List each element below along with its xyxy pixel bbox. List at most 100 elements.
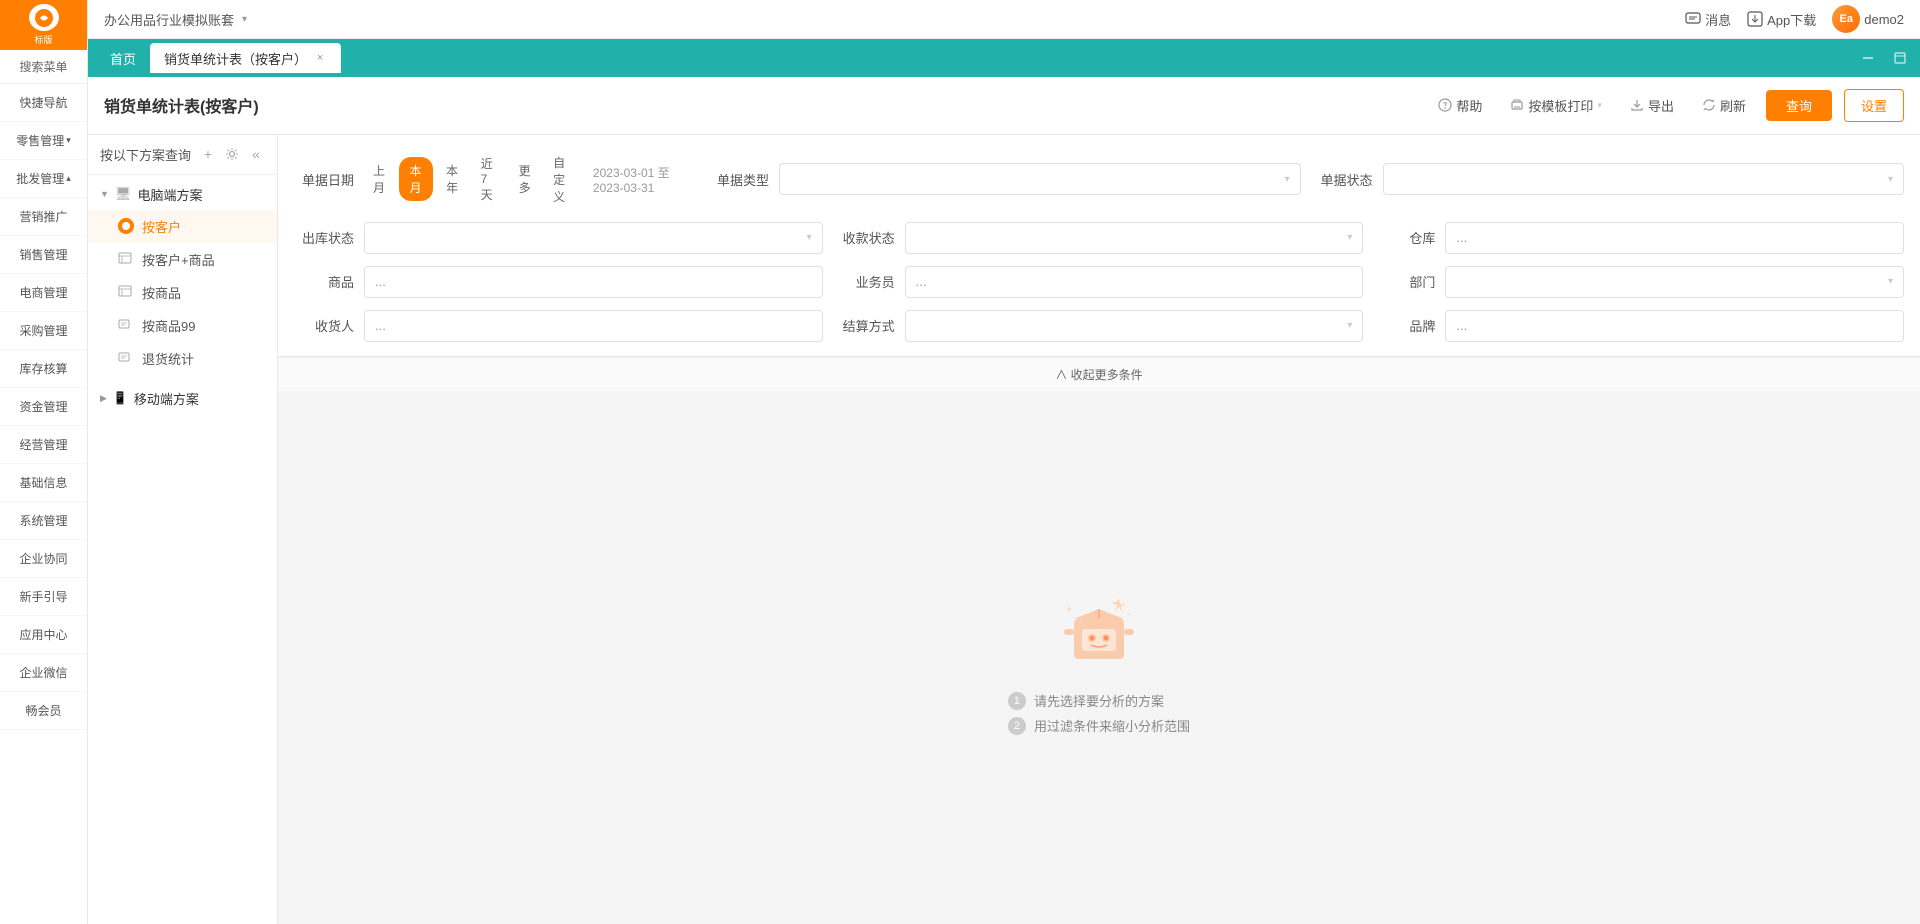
sidebar-item-member[interactable]: 畅会员 [0, 692, 87, 730]
payment-arrow: ▾ [1347, 320, 1352, 331]
mobile-group-icon: 📱 [113, 391, 128, 405]
collection-arrow: ▾ [1347, 232, 1352, 243]
tip-num-1: 1 [1008, 692, 1026, 710]
app-download-btn[interactable]: App下载 [1747, 10, 1816, 29]
sidebar-item-purchase[interactable]: 采购管理 [0, 312, 87, 350]
query-btn[interactable]: 查询 [1766, 90, 1832, 121]
receiver-select[interactable]: ... [364, 310, 823, 342]
goods-select[interactable]: ... [364, 266, 823, 298]
scheme-pc-group: ▼ 🖥 电脑端方案 按客户 按客户+商品 [88, 175, 277, 379]
scheme-item-by-goods[interactable]: 按商品 [88, 276, 277, 309]
warehouse-value: ... [1456, 230, 1467, 245]
sidebar-item-newbie[interactable]: 新手引导 [0, 578, 87, 616]
scheme-item-label-0: 按客户 [142, 217, 181, 236]
scheme-pc-group-header[interactable]: ▼ 🖥 电脑端方案 [88, 179, 277, 210]
scheme-mobile-group-header[interactable]: ▶ 📱 移动端方案 [88, 383, 277, 414]
shipment-label: 出库状态 [294, 228, 364, 247]
salesman-select[interactable]: ... [905, 266, 1364, 298]
scheme-panel: 按以下方案查询 + « ▼ 🖥 电脑端方案 [88, 135, 278, 924]
shipment-select[interactable]: ▾ [364, 222, 823, 254]
filter-row-4: 收货人 ... 结算方式 ▾ 品牌 ... [294, 310, 1904, 342]
logo-text: 标版 [34, 33, 52, 46]
order-status-label: 单据状态 [1313, 170, 1383, 189]
sidebar-item-inventory[interactable]: 库存核算 [0, 350, 87, 388]
scheme-item-label-1: 按客户+商品 [142, 250, 215, 269]
tab-close-btn[interactable]: × [313, 51, 327, 65]
date-btn-last-month[interactable]: 上月 [364, 157, 395, 201]
date-btn-last7days[interactable]: 近7天 [472, 150, 506, 208]
sidebar-item-quick-nav[interactable]: 快捷导航 [0, 84, 87, 122]
sidebar-item-operations[interactable]: 经营管理 [0, 426, 87, 464]
tab-sales-stats[interactable]: 销货单统计表（按客户） × [150, 43, 341, 73]
page-title: 销货单统计表(按客户) [104, 93, 259, 129]
pc-group-icon: 🖥 [115, 186, 132, 202]
app-logo: 标版 [0, 0, 87, 50]
content-body: 按以下方案查询 + « ▼ 🖥 电脑端方案 [88, 135, 1920, 924]
tab-sales-stats-label: 销货单统计表（按客户） [164, 49, 307, 68]
dept-select[interactable]: ▾ [1445, 266, 1904, 298]
mobile-group-label: 移动端方案 [134, 389, 199, 408]
date-btn-custom[interactable]: 自定义 [544, 149, 581, 210]
refresh-btn[interactable]: 刷新 [1694, 92, 1754, 119]
brand-select[interactable]: ... [1445, 310, 1904, 342]
date-btn-more[interactable]: 更多 [510, 157, 541, 201]
sidebar-item-system[interactable]: 系统管理 [0, 502, 87, 540]
message-btn[interactable]: 消息 [1685, 10, 1731, 29]
date-btn-this-month[interactable]: 本月 [399, 157, 434, 201]
scheme-item-returns[interactable]: 退货统计 [88, 342, 277, 375]
tab-expand-btn[interactable] [1888, 46, 1912, 70]
collapse-more-btn[interactable]: ∧ 收起更多条件 [278, 357, 1920, 391]
export-btn[interactable]: 导出 [1622, 92, 1682, 119]
sidebar-item-basic-info[interactable]: 基础信息 [0, 464, 87, 502]
download-icon [1747, 11, 1763, 27]
order-status-select[interactable]: ▾ [1383, 163, 1905, 195]
scheme-item-by-goods99[interactable]: 按商品99 [88, 309, 277, 342]
sidebar-item-enterprise-wechat[interactable]: 企业微信 [0, 654, 87, 692]
order-type-select[interactable]: ▾ [779, 163, 1301, 195]
item-icon-2 [118, 284, 134, 301]
user-area[interactable]: Ea demo2 [1832, 5, 1904, 33]
tab-home-label: 首页 [110, 49, 136, 68]
payment-select[interactable]: ▾ [905, 310, 1364, 342]
sidebar-item-wholesale[interactable]: 批发管理 ▴ [0, 160, 87, 198]
tab-home[interactable]: 首页 [96, 43, 150, 73]
scheme-settings-btn[interactable] [223, 145, 241, 163]
product-dropdown-arrow[interactable]: ▾ [242, 14, 247, 25]
brand-label: 品牌 [1375, 316, 1445, 335]
export-icon [1630, 98, 1644, 112]
sidebar-item-sales[interactable]: 销售管理 [0, 236, 87, 274]
sidebar-item-retail[interactable]: 零售管理 ▾ [0, 122, 87, 160]
date-label: 单据日期 [294, 170, 364, 189]
filter-row-2: 出库状态 ▾ 收款状态 ▾ 仓库 ... [294, 222, 1904, 254]
scheme-item-by-customer-goods[interactable]: 按客户+商品 [88, 243, 277, 276]
order-type-label: 单据类型 [709, 170, 779, 189]
user-avatar: Ea [1832, 5, 1860, 33]
goods-label: 商品 [294, 272, 364, 291]
filter-row-3: 商品 ... 业务员 ... 部门 ▾ [294, 266, 1904, 298]
tip-text-2: 用过滤条件来缩小分析范围 [1034, 716, 1190, 735]
sidebar-item-marketing[interactable]: 营销推广 [0, 198, 87, 236]
salesman-label: 业务员 [835, 272, 905, 291]
scheme-collapse-btn[interactable]: « [247, 145, 265, 163]
print-btn[interactable]: 按模板打印 ▾ [1502, 92, 1610, 119]
dept-arrow: ▾ [1888, 276, 1893, 287]
message-icon [1685, 11, 1701, 27]
scheme-add-btn[interactable]: + [199, 145, 217, 163]
tab-minimize-btn[interactable] [1856, 46, 1880, 70]
empty-tip-1: 1 请先选择要分析的方案 [1008, 691, 1190, 710]
scheme-header: 按以下方案查询 + « [88, 135, 277, 175]
warehouse-select[interactable]: ... [1445, 222, 1904, 254]
sidebar-item-enterprise[interactable]: 企业协同 [0, 540, 87, 578]
settings-btn[interactable]: 设置 [1844, 89, 1904, 122]
sidebar-search[interactable]: 搜索菜单 [0, 50, 87, 84]
payment-label: 结算方式 [835, 316, 905, 335]
sidebar-item-finance[interactable]: 资金管理 [0, 388, 87, 426]
date-btn-this-year[interactable]: 本年 [437, 157, 468, 201]
sidebar-item-ecommerce[interactable]: 电商管理 [0, 274, 87, 312]
help-btn[interactable]: 帮助 [1430, 92, 1490, 119]
scheme-item-by-customer[interactable]: 按客户 [88, 210, 277, 243]
collection-select[interactable]: ▾ [905, 222, 1364, 254]
goods-value: ... [375, 274, 386, 289]
sidebar-item-app-center[interactable]: 应用中心 [0, 616, 87, 654]
date-group: 上月 本月 本年 近7天 更多 自定义 2023-03-01 至 2023-03… [364, 149, 697, 210]
